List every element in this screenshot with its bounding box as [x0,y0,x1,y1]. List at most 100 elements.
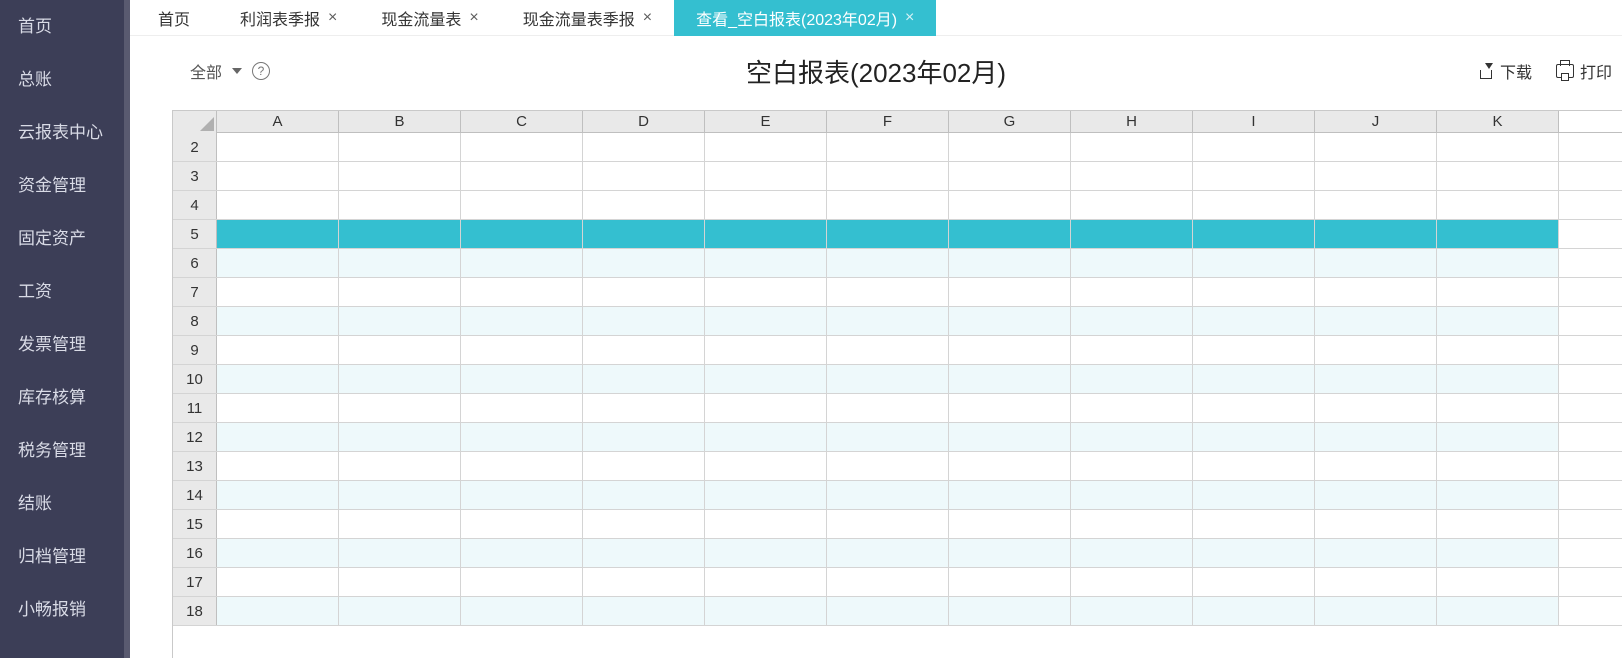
cell-E4[interactable] [705,191,827,219]
column-header-D[interactable]: D [583,111,705,132]
cell-F13[interactable] [827,452,949,480]
select-all-corner[interactable] [173,111,217,133]
cell-A10[interactable] [217,365,339,393]
cell-A7[interactable] [217,278,339,306]
cell-E11[interactable] [705,394,827,422]
cell-G17[interactable] [949,568,1071,596]
cell-G3[interactable] [949,162,1071,190]
cell-G16[interactable] [949,539,1071,567]
column-header-C[interactable]: C [461,111,583,132]
cell-D2[interactable] [583,133,705,161]
cell-K15[interactable] [1437,510,1559,538]
cell-A3[interactable] [217,162,339,190]
cell-B15[interactable] [339,510,461,538]
cell-I16[interactable] [1193,539,1315,567]
cell-C11[interactable] [461,394,583,422]
cell-E14[interactable] [705,481,827,509]
cell-G14[interactable] [949,481,1071,509]
cell-I10[interactable] [1193,365,1315,393]
cell-B16[interactable] [339,539,461,567]
cell-A2[interactable] [217,133,339,161]
cell-H7[interactable] [1071,278,1193,306]
cell-A14[interactable] [217,481,339,509]
cell-A13[interactable] [217,452,339,480]
row-header-17[interactable]: 17 [173,568,217,596]
cell-H4[interactable] [1071,191,1193,219]
cell-J8[interactable] [1315,307,1437,335]
cell-C7[interactable] [461,278,583,306]
sidebar-item-4[interactable]: 固定资产 [0,212,130,265]
row-header-14[interactable]: 14 [173,481,217,509]
cell-C8[interactable] [461,307,583,335]
cell-I17[interactable] [1193,568,1315,596]
cell-B11[interactable] [339,394,461,422]
cell-K13[interactable] [1437,452,1559,480]
cell-I2[interactable] [1193,133,1315,161]
cell-E8[interactable] [705,307,827,335]
help-icon[interactable]: ? [252,62,270,80]
cell-E16[interactable] [705,539,827,567]
sidebar-item-2[interactable]: 云报表中心 [0,106,130,159]
row-header-10[interactable]: 10 [173,365,217,393]
cell-H18[interactable] [1071,597,1193,625]
cell-K11[interactable] [1437,394,1559,422]
cell-J3[interactable] [1315,162,1437,190]
tab-2[interactable]: 现金流量表× [359,0,500,36]
cell-E6[interactable] [705,249,827,277]
cell-G15[interactable] [949,510,1071,538]
cell-A15[interactable] [217,510,339,538]
cell-F12[interactable] [827,423,949,451]
cell-K12[interactable] [1437,423,1559,451]
sidebar-item-11[interactable]: 小畅报销 [0,583,130,636]
tab-3[interactable]: 现金流量表季报× [501,0,674,36]
cell-H6[interactable] [1071,249,1193,277]
cell-H16[interactable] [1071,539,1193,567]
cell-F7[interactable] [827,278,949,306]
cell-F4[interactable] [827,191,949,219]
sidebar-item-6[interactable]: 发票管理 [0,318,130,371]
cell-K18[interactable] [1437,597,1559,625]
cell-J11[interactable] [1315,394,1437,422]
cell-G10[interactable] [949,365,1071,393]
cell-D6[interactable] [583,249,705,277]
cell-E10[interactable] [705,365,827,393]
spreadsheet[interactable]: ABCDEFGHIJK 23456789101112131415161718 [172,110,1622,658]
cell-I7[interactable] [1193,278,1315,306]
cell-E18[interactable] [705,597,827,625]
cell-J9[interactable] [1315,336,1437,364]
cell-D7[interactable] [583,278,705,306]
cell-A16[interactable] [217,539,339,567]
column-header-I[interactable]: I [1193,111,1315,132]
cell-E13[interactable] [705,452,827,480]
cell-J5[interactable] [1315,220,1437,248]
cell-A17[interactable] [217,568,339,596]
cell-J14[interactable] [1315,481,1437,509]
row-header-5[interactable]: 5 [173,220,217,248]
cell-C3[interactable] [461,162,583,190]
cell-A18[interactable] [217,597,339,625]
cell-F3[interactable] [827,162,949,190]
cell-H17[interactable] [1071,568,1193,596]
column-header-J[interactable]: J [1315,111,1437,132]
cell-B13[interactable] [339,452,461,480]
cell-K4[interactable] [1437,191,1559,219]
cell-K9[interactable] [1437,336,1559,364]
row-header-15[interactable]: 15 [173,510,217,538]
cell-D17[interactable] [583,568,705,596]
cell-K6[interactable] [1437,249,1559,277]
cell-F5[interactable] [827,220,949,248]
cell-I14[interactable] [1193,481,1315,509]
cell-D4[interactable] [583,191,705,219]
cell-F11[interactable] [827,394,949,422]
cell-I4[interactable] [1193,191,1315,219]
cell-E15[interactable] [705,510,827,538]
cell-J6[interactable] [1315,249,1437,277]
cell-K10[interactable] [1437,365,1559,393]
sidebar-item-7[interactable]: 库存核算 [0,371,130,424]
cell-G2[interactable] [949,133,1071,161]
cell-B2[interactable] [339,133,461,161]
cell-A8[interactable] [217,307,339,335]
cell-D9[interactable] [583,336,705,364]
close-icon[interactable]: × [328,9,337,27]
cell-F17[interactable] [827,568,949,596]
